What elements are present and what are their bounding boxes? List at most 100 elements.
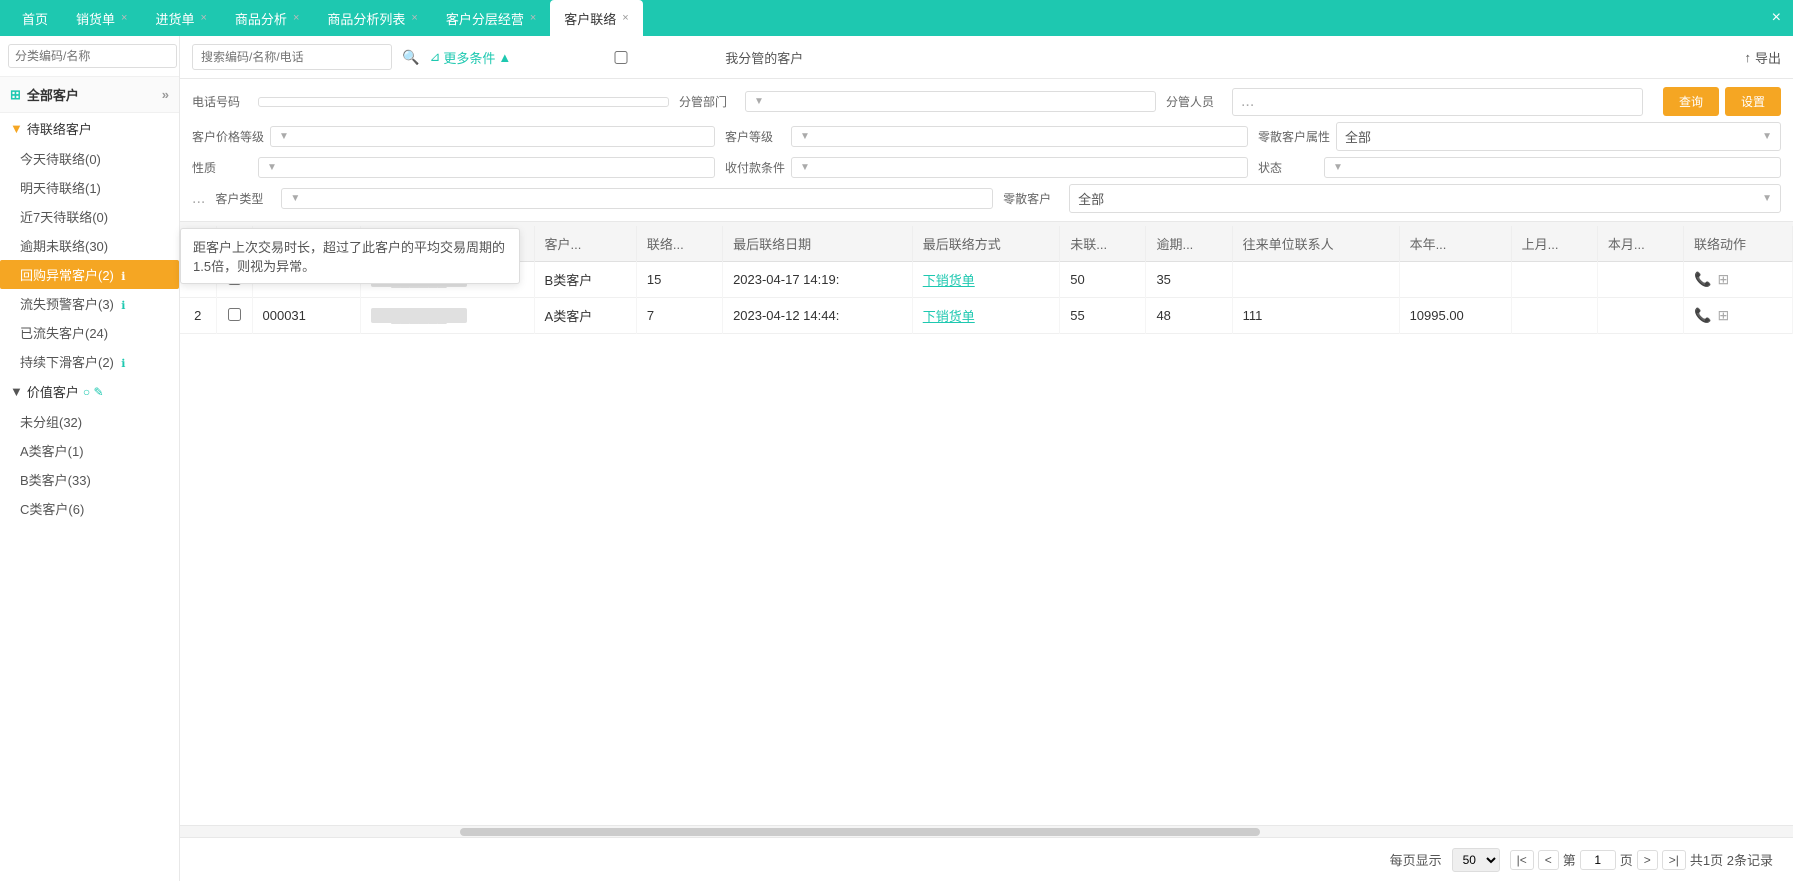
td-overdue-1: 35 xyxy=(1146,262,1232,298)
abnormal-info-icon: ℹ xyxy=(121,271,125,283)
sidebar-search-input[interactable] xyxy=(8,44,177,68)
th-contact-count-label: 联络... xyxy=(647,237,684,252)
search-input[interactable] xyxy=(192,44,392,70)
customer-level-select[interactable]: ▼ xyxy=(791,126,1248,147)
td-last-contact-method-1: 下销货单 xyxy=(912,262,1060,298)
nav-item-customer-segment[interactable]: 客户分层经营 × xyxy=(432,0,550,36)
nav-item-home[interactable]: 首页 xyxy=(8,0,62,36)
status-select[interactable]: ▼ xyxy=(1324,157,1781,178)
settings-button[interactable]: 设置 xyxy=(1725,87,1781,116)
nav-item-product-list[interactable]: 商品分析列表 × xyxy=(313,0,431,36)
more-conditions-button[interactable]: ⊿ 更多条件 ▲ xyxy=(429,48,511,67)
sidebar-item-today[interactable]: 今天待联络(0) xyxy=(0,144,179,173)
payment-select[interactable]: ▼ xyxy=(791,157,1248,178)
sidebar-section-pending[interactable]: ▼ 待联络客户 xyxy=(0,113,179,144)
row2-more-icon[interactable]: ⊞ xyxy=(1717,307,1729,324)
td-this-year-1 xyxy=(1399,262,1511,298)
price-level-label: 客户价格等级 xyxy=(192,128,264,145)
export-button[interactable]: ↑ 导出 xyxy=(1744,48,1781,67)
chevron-down-retail-customer: ▼ xyxy=(1762,193,1772,204)
dots-manager[interactable]: ... xyxy=(1241,93,1254,111)
sidebar-item-declining[interactable]: 持续下滑客户(2) ℹ xyxy=(0,347,179,376)
advanced-filter: 电话号码 分管部门 ▼ 分管人员 ... 查询 设置 xyxy=(180,79,1793,222)
manager-label: 分管人员 xyxy=(1166,93,1226,110)
sidebar-label-tomorrow: 明天待联络(1) xyxy=(20,181,101,196)
price-level-select[interactable]: ▼ xyxy=(270,126,715,147)
row2-last-contact-method[interactable]: 下销货单 xyxy=(923,309,975,324)
sidebar-label-declining: 持续下滑客户(2) xyxy=(20,355,114,370)
sidebar-label-class-b: B类客户(33) xyxy=(20,473,91,488)
retail-customer-select[interactable]: 全部 ▼ xyxy=(1069,184,1781,213)
sidebar-item-abnormal[interactable]: 回购异常客户(2) ℹ xyxy=(0,260,179,289)
row1-overdue: 35 xyxy=(1156,272,1170,287)
row1-more-icon[interactable]: ⊞ xyxy=(1717,271,1729,288)
td-contact-person-1 xyxy=(1232,262,1399,298)
table-row: 2 000031 ██████ A类客户 xyxy=(180,298,1793,334)
export-label: 导出 xyxy=(1755,48,1781,67)
sidebar-item-churn-warning[interactable]: 流失预警客户(3) ℹ xyxy=(0,289,179,318)
th-last-month-label: 上月... xyxy=(1522,237,1559,252)
retail-attr-value: 全部 xyxy=(1345,127,1371,146)
td-last-contact-date-2: 2023-04-12 14:44: xyxy=(723,298,913,334)
filter-row-2: 客户价格等级 ▼ 客户等级 ▼ 零散客户属性 全部 ▼ xyxy=(192,122,1781,151)
nav-close-customer-segment[interactable]: × xyxy=(530,12,536,24)
first-page-button[interactable]: |< xyxy=(1510,850,1534,870)
filter-dots[interactable]: ... xyxy=(192,190,205,208)
horizontal-scrollbar[interactable] xyxy=(180,825,1793,837)
row2-no: 2 xyxy=(194,308,201,323)
my-customers-checkbox[interactable] xyxy=(521,51,721,64)
next-page-button[interactable]: > xyxy=(1637,850,1658,870)
nav-label-product-list: 商品分析列表 xyxy=(327,9,405,28)
per-page-select[interactable]: 50 xyxy=(1452,848,1500,872)
nav-close-customer-contact[interactable]: × xyxy=(622,12,628,24)
sidebar-item-ungrouped[interactable]: 未分组(32) xyxy=(0,407,179,436)
my-customers-checkbox-area: 我分管的客户 xyxy=(521,48,803,67)
filter-row-3: 性质 ▼ 收付款条件 ▼ 状态 ▼ xyxy=(192,157,1781,178)
sidebar-section-value[interactable]: ▼ 价值客户 ○ ✎ xyxy=(0,376,179,407)
sidebar-label-abnormal: 回购异常客户(2) xyxy=(20,268,114,283)
nav-close-product-analysis[interactable]: × xyxy=(293,12,299,24)
sidebar-section1-label: 待联络客户 xyxy=(27,119,92,138)
last-page-button[interactable]: >| xyxy=(1662,850,1686,870)
nav-close-product-list[interactable]: × xyxy=(411,12,417,24)
close-all-button[interactable]: × xyxy=(1772,9,1781,27)
nav-item-customer-contact[interactable]: 客户联络 × xyxy=(550,0,642,36)
sidebar-item-tomorrow[interactable]: 明天待联络(1) xyxy=(0,173,179,202)
sidebar-item-class-b[interactable]: B类客户(33) xyxy=(0,465,179,494)
nav-item-purchase[interactable]: 进货单 × xyxy=(141,0,220,36)
sidebar-item-overdue[interactable]: 逾期未联络(30) xyxy=(0,231,179,260)
td-this-month-2 xyxy=(1597,298,1683,334)
page-input[interactable] xyxy=(1580,850,1616,870)
customer-type-select[interactable]: ▼ xyxy=(281,188,993,209)
arrow-down-icon2: ▼ xyxy=(10,384,23,399)
prev-page-button[interactable]: < xyxy=(1538,850,1559,870)
row2-this-year: 10995.00 xyxy=(1410,308,1464,323)
nav-item-sales[interactable]: 销货单 × xyxy=(62,0,141,36)
nav-close-sales[interactable]: × xyxy=(121,12,127,24)
chevron-down-payment: ▼ xyxy=(800,162,810,173)
sidebar-item-class-a[interactable]: A类客户(1) xyxy=(0,436,179,465)
row2-phone-icon[interactable]: 📞 xyxy=(1694,307,1711,324)
nav-close-purchase[interactable]: × xyxy=(200,12,206,24)
th-last-contact-method: 最后联络方式 xyxy=(912,226,1060,262)
sidebar-item-7days[interactable]: 近7天待联络(0) xyxy=(0,202,179,231)
row1-phone-icon[interactable]: 📞 xyxy=(1694,271,1711,288)
gender-select[interactable]: ▼ xyxy=(258,157,715,178)
sidebar-item-class-c[interactable]: C类客户(6) xyxy=(0,494,179,523)
collapse-arrow[interactable]: » xyxy=(162,87,169,102)
phone-select[interactable] xyxy=(258,97,669,107)
row2-checkbox[interactable] xyxy=(228,308,241,321)
manager-select[interactable]: ... xyxy=(1232,88,1643,116)
row1-last-contact-method[interactable]: 下销货单 xyxy=(923,273,975,288)
sidebar-item-churned[interactable]: 已流失客户(24) xyxy=(0,318,179,347)
page-label: 第 xyxy=(1563,850,1576,869)
sidebar-search-area: 🔍 xyxy=(0,36,179,77)
bottom-bar: 每页显示 50 |< < 第 页 > >| 共1页 2条记录 xyxy=(180,837,1793,881)
scrollbar-thumb[interactable] xyxy=(460,828,1260,836)
sidebar-label-churn-warning: 流失预警客户(3) xyxy=(20,297,114,312)
search-button[interactable]: 🔍 xyxy=(402,49,419,66)
retail-attr-select[interactable]: 全部 ▼ xyxy=(1336,122,1781,151)
department-select[interactable]: ▼ xyxy=(745,91,1156,112)
query-button[interactable]: 查询 xyxy=(1663,87,1719,116)
nav-item-product-analysis[interactable]: 商品分析 × xyxy=(221,0,313,36)
